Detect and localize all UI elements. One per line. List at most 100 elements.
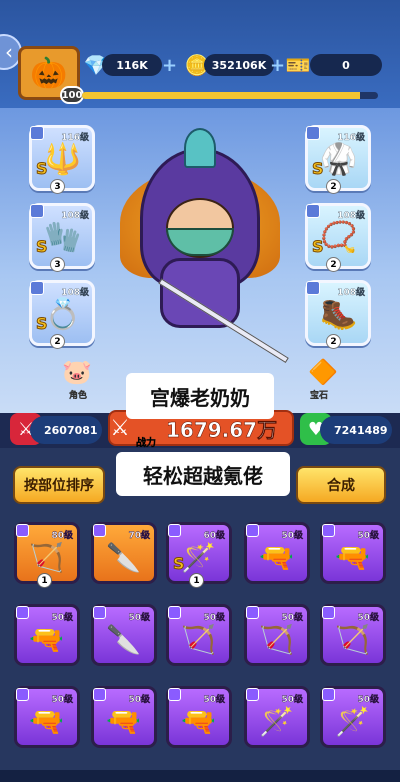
rarity-tag (322, 606, 335, 619)
promo-title: 宫爆老奶奶 (126, 373, 274, 419)
inventory-item[interactable]: 60级 🪄 S 1 (166, 522, 232, 588)
crossbow-icon: 🏹 (29, 541, 64, 574)
inventory-item[interactable]: 50级 🔫 (14, 604, 80, 666)
rarity-tag (246, 606, 259, 619)
rarity-tag (322, 688, 335, 701)
gauntlet-icon: 🧤 (44, 220, 82, 255)
item-level: 50级 (51, 613, 73, 623)
rarity-tag (246, 524, 259, 537)
inventory-item[interactable]: 70级 🔪 (91, 522, 157, 584)
gems-counter: 116K (102, 54, 162, 76)
pumpkin-icon: 🎃 (30, 55, 68, 91)
grade-label: S (173, 554, 185, 574)
count-badge: 2 (326, 179, 341, 194)
grade-label: S (36, 237, 48, 257)
shotgun-icon: 🔫 (106, 705, 141, 738)
shotgun-icon: 🔫 (181, 705, 216, 738)
equip-slot-left-1[interactable]: 116级 🔱 S 3 (29, 125, 95, 194)
shotgun-icon: 🔫 (29, 705, 64, 738)
pistol-icon: 🔫 (335, 541, 370, 574)
rarity-tag (168, 524, 181, 537)
inventory-item[interactable]: 50级 🪄 (320, 686, 386, 748)
grade-label: S (36, 159, 48, 179)
count-badge: 3 (50, 179, 65, 194)
sort-by-slot-button[interactable]: 按部位排序 (13, 466, 105, 504)
xp-fill (82, 92, 361, 99)
inventory-grid: 80级 🏹 1 70级 🔪 60级 🪄 S 1 50级 🔫 50级 🔫 50级 🔫 50级 🔪 50级 🏹 50级 🏹 5… (0, 514, 400, 774)
item-level: 50级 (281, 613, 303, 623)
merge-button[interactable]: 合成 (296, 466, 386, 504)
item-level: 70级 (128, 531, 150, 541)
equip-slot-left-3[interactable]: 108级 💍 S 2 (29, 280, 95, 349)
rarity-tag (93, 606, 106, 619)
grade-label: S (312, 159, 324, 179)
crossbow-icon: 🏹 (181, 623, 216, 656)
health-value: 7241489 (320, 416, 392, 444)
power-label: 战力 (136, 438, 156, 449)
pistol-icon: 🔫 (259, 541, 294, 574)
xp-bar (82, 92, 378, 99)
add-coins-button[interactable]: + (270, 55, 285, 76)
inventory-item[interactable]: 50级 🔫 (320, 522, 386, 584)
item-level: 50级 (128, 695, 150, 705)
ticket-icon: 🎫 (285, 53, 311, 77)
rarity-tag (246, 688, 259, 701)
equip-slot-left-2[interactable]: 108级 🧤 S 3 (29, 203, 95, 272)
rarity-tag (16, 524, 29, 537)
spear-icon: 🔱 (44, 142, 82, 177)
inventory-item[interactable]: 50级 🔫 (244, 522, 310, 584)
count-badge: 2 (326, 257, 341, 272)
rarity-tag (30, 281, 44, 295)
inventory-item[interactable]: 50级 🔫 (91, 686, 157, 748)
bottom-nav (0, 770, 400, 782)
inventory-item[interactable]: 50级 🔪 (91, 604, 157, 666)
pistol-icon: 🔫 (29, 623, 64, 656)
equip-slot-right-3[interactable]: 108级 🥾 2 (305, 280, 371, 349)
rarity-tag (306, 281, 320, 295)
count-badge: 2 (50, 334, 65, 349)
inventory-item[interactable]: 80级 🏹 1 (14, 522, 80, 588)
hero-character (100, 128, 300, 364)
inventory-item[interactable]: 50级 🔫 (166, 686, 232, 748)
inventory-item[interactable]: 50级 🏹 (166, 604, 232, 666)
add-gems-button[interactable]: + (162, 55, 177, 76)
item-level: 80级 (51, 531, 73, 541)
tab-character[interactable]: 角色 (69, 388, 87, 401)
count-badge: 3 (50, 257, 65, 272)
rarity-tag (93, 524, 106, 537)
item-level: 50级 (51, 695, 73, 705)
ring-icon: 💍 (44, 297, 82, 332)
tickets-counter: 0 (310, 54, 382, 76)
inventory-item[interactable]: 50级 🔫 (14, 686, 80, 748)
rarity-tag (306, 204, 320, 218)
grade-label: S (312, 237, 324, 257)
inventory-item[interactable]: 50级 🏹 (320, 604, 386, 666)
rarity-tag (322, 524, 335, 537)
rarity-tag (16, 688, 29, 701)
item-level: 50级 (357, 613, 379, 623)
inventory-item[interactable]: 50级 🪄 (244, 686, 310, 748)
item-level: 50级 (128, 613, 150, 623)
item-level: 50级 (203, 613, 225, 623)
hero-crest (184, 128, 216, 168)
chevron-left-icon: ‹ (5, 40, 13, 64)
rarity-tag (168, 606, 181, 619)
rarity-tag (306, 126, 320, 140)
player-level-badge: 100 (60, 86, 84, 104)
promo-subtitle: 轻松超越氪佬 (116, 452, 290, 496)
tab-gems[interactable]: 宝石 (310, 388, 328, 401)
rarity-tag (30, 204, 44, 218)
coins-counter: 352106K (204, 54, 274, 76)
item-level: 50级 (357, 695, 379, 705)
rarity-tag (16, 606, 29, 619)
count-badge: 1 (37, 573, 52, 588)
wand-icon: 🪄 (335, 705, 370, 738)
inventory-item[interactable]: 50级 🏹 (244, 604, 310, 666)
rarity-tag (93, 688, 106, 701)
equip-slot-right-2[interactable]: 108级 📿 S 2 (305, 203, 371, 272)
hero-body (160, 258, 240, 328)
rarity-tag (30, 126, 44, 140)
equip-slot-right-1[interactable]: 116级 🥋 S 2 (305, 125, 371, 194)
necklace-icon: 📿 (320, 220, 358, 255)
count-badge: 1 (189, 573, 204, 588)
